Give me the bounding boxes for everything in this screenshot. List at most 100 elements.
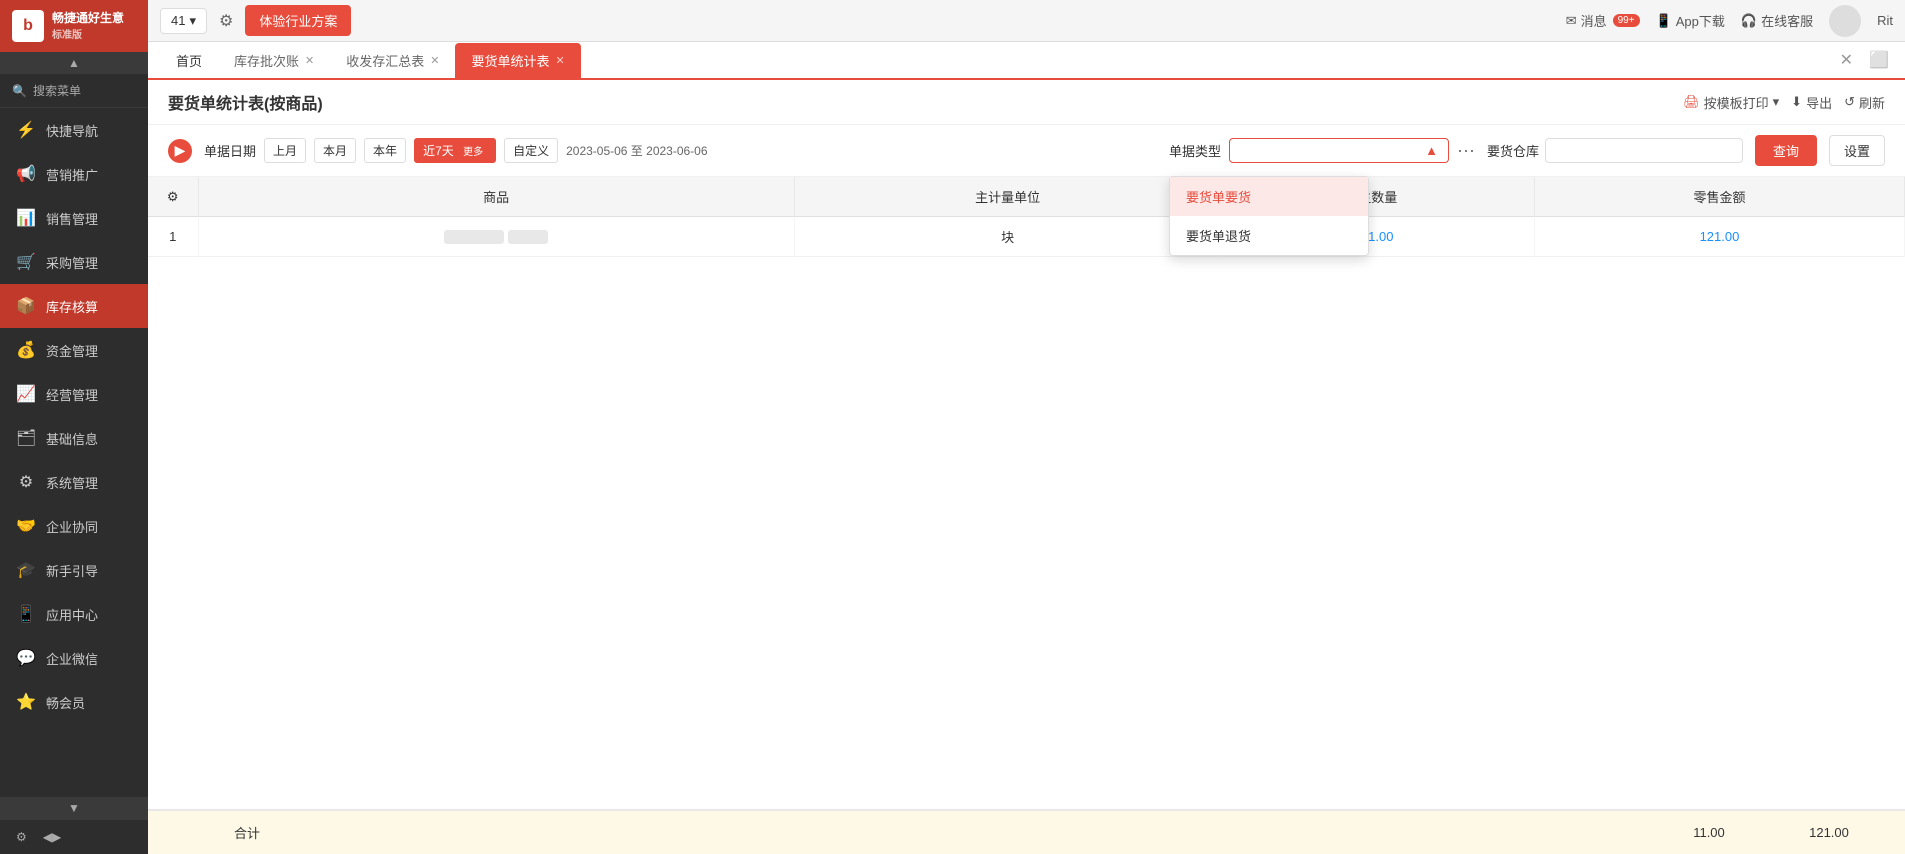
- doc-type-input[interactable]: [1240, 143, 1419, 158]
- operations-icon: 📈: [16, 384, 36, 404]
- user-avatar[interactable]: [1829, 5, 1861, 37]
- user-name: Rit: [1877, 13, 1893, 28]
- refresh-button[interactable]: ↺ 刷新: [1844, 93, 1885, 112]
- sidebar-scroll-down[interactable]: ▼: [0, 797, 148, 819]
- tab-inventory-batch-close[interactable]: ✕: [305, 54, 314, 67]
- messages-label: 消息: [1581, 11, 1607, 30]
- dropdown-option-requisition-return[interactable]: 要货单退货: [1170, 216, 1368, 255]
- app-download-button[interactable]: 📱 App下载: [1656, 11, 1725, 30]
- sidebar-item-enterprise[interactable]: 🤝 企业协同: [0, 504, 148, 548]
- headset-icon: 🎧: [1741, 13, 1757, 29]
- sidebar-scroll-up[interactable]: ▲: [0, 52, 148, 74]
- messages-button[interactable]: ✉ 消息 99+: [1566, 11, 1640, 30]
- sidebar: b 畅捷通好生意 标准版 ▲ 🔍 搜索菜单 ⚡ 快捷导航 📢 营销推广 📊 销售…: [0, 0, 148, 854]
- top-bar: 41 ▾ ⚙ 体验行业方案 ✉ 消息 99+ 📱 App下载 🎧 在线客服 Ri…: [148, 0, 1905, 42]
- set-button[interactable]: 设置: [1829, 135, 1885, 166]
- export-button[interactable]: ⬇ 导出: [1791, 93, 1832, 112]
- doc-type-select[interactable]: ▲: [1229, 138, 1449, 163]
- guide-icon: 🎓: [16, 560, 36, 580]
- basic-info-icon: 🗂: [16, 428, 36, 448]
- export-label: 导出: [1806, 93, 1832, 112]
- sidebar-item-system[interactable]: ⚙ 系统管理: [0, 460, 148, 504]
- row-index: 1: [148, 217, 198, 257]
- online-service-button[interactable]: 🎧 在线客服: [1741, 11, 1813, 30]
- sidebar-toggle-icon[interactable]: ◀▶: [43, 830, 61, 844]
- date-last-7days-btn[interactable]: 近7天 更多: [414, 138, 496, 163]
- content-area: 要货单统计表(按商品) 🖨 按模板打印 ▾ ⬇ 导出 ↺ 刷新 ▶: [148, 80, 1905, 854]
- print-icon: 🖨: [1683, 94, 1700, 110]
- tab-inventory-batch-label: 库存批次账: [234, 51, 299, 70]
- sidebar-item-sales[interactable]: 📊 销售管理: [0, 196, 148, 240]
- workspace-selector[interactable]: 41 ▾: [160, 8, 207, 34]
- filter-more-button[interactable]: ···: [1457, 140, 1475, 161]
- date-this-year-btn[interactable]: 本年: [364, 138, 406, 163]
- settings-icon[interactable]: ⚙: [215, 7, 237, 35]
- date-last-month-btn[interactable]: 上月: [264, 138, 306, 163]
- expand-button[interactable]: ▶: [168, 139, 192, 163]
- sidebar-item-label: 企业微信: [46, 649, 98, 668]
- tab-inventory-batch[interactable]: 库存批次账 ✕: [218, 43, 330, 80]
- tab-requisition-stats-close[interactable]: ✕: [556, 54, 565, 67]
- doc-type-chevron-icon[interactable]: ▲: [1425, 143, 1438, 158]
- sidebar-item-quick-nav[interactable]: ⚡ 快捷导航: [0, 108, 148, 152]
- search-icon: 🔍: [12, 84, 27, 98]
- table-row: 1 块 11.00 121.00: [148, 217, 1905, 257]
- app-download-label: App下载: [1676, 11, 1725, 30]
- sidebar-search-label: 搜索菜单: [33, 82, 81, 99]
- warehouse-label: 要货仓库: [1487, 141, 1539, 160]
- sidebar-bottom: ⚙ ◀▶: [0, 819, 148, 854]
- sidebar-item-app-center[interactable]: 📱 应用中心: [0, 592, 148, 636]
- col-product: 商品: [198, 177, 794, 217]
- sidebar-item-wechat[interactable]: 💬 企业微信: [0, 636, 148, 680]
- tab-home[interactable]: 首页: [160, 43, 218, 80]
- date-custom-btn[interactable]: 自定义: [504, 138, 558, 163]
- print-button[interactable]: 🖨 按模板打印 ▾: [1683, 93, 1779, 112]
- refresh-icon: ↺: [1844, 94, 1855, 110]
- sidebar-item-basic-info[interactable]: 🗂 基础信息: [0, 416, 148, 460]
- sidebar-item-finance[interactable]: 💰 资金管理: [0, 328, 148, 372]
- col-retail-amount: 零售金额: [1534, 177, 1904, 217]
- warehouse-select[interactable]: [1545, 138, 1743, 163]
- window-expand-button[interactable]: ⬜: [1865, 48, 1893, 72]
- trial-button[interactable]: 体验行业方案: [245, 5, 351, 36]
- total-retail: 121.00: [1769, 825, 1889, 840]
- tab-delivery-summary-close[interactable]: ✕: [430, 54, 439, 67]
- app-title: 畅捷通好生意: [52, 11, 124, 27]
- table-header: ⚙ 商品 主计量单位 主数量 零售金额: [148, 177, 1905, 217]
- sidebar-item-label: 应用中心: [46, 605, 98, 624]
- online-service-label: 在线客服: [1761, 11, 1813, 30]
- date-filter-group: 单据日期 上月 本月 本年 近7天 更多 自定义 2023-05-06 至 20…: [204, 138, 708, 163]
- sidebar-item-purchase[interactable]: 🛒 采购管理: [0, 240, 148, 284]
- row-product: [198, 217, 794, 257]
- sidebar-item-guide[interactable]: 🎓 新手引导: [0, 548, 148, 592]
- sidebar-item-marketing[interactable]: 📢 营销推广: [0, 152, 148, 196]
- sidebar-item-label: 资金管理: [46, 341, 98, 360]
- sidebar-header: b 畅捷通好生意 标准版: [0, 0, 148, 52]
- query-button[interactable]: 查询: [1755, 135, 1817, 166]
- table-body: 1 块 11.00 121.00: [148, 217, 1905, 257]
- marketing-icon: 📢: [16, 164, 36, 184]
- quick-nav-icon: ⚡: [16, 120, 36, 140]
- col-unit: 主计量单位: [794, 177, 1221, 217]
- sidebar-item-operations[interactable]: 📈 经营管理: [0, 372, 148, 416]
- dropdown-option-requisition-order[interactable]: 要货单要货: [1170, 177, 1368, 216]
- sidebar-item-inventory[interactable]: 📦 库存核算: [0, 284, 148, 328]
- date-this-month-btn[interactable]: 本月: [314, 138, 356, 163]
- finance-icon: 💰: [16, 340, 36, 360]
- window-close-button[interactable]: ✕: [1836, 48, 1857, 72]
- sidebar-search[interactable]: 🔍 搜索菜单: [0, 74, 148, 108]
- tab-requisition-stats[interactable]: 要货单统计表 ✕: [455, 43, 580, 80]
- tab-delivery-summary[interactable]: 收发存汇总表 ✕: [330, 43, 455, 80]
- page-actions: 🖨 按模板打印 ▾ ⬇ 导出 ↺ 刷新: [1683, 93, 1885, 112]
- filter-bar: ▶ 单据日期 上月 本月 本年 近7天 更多 自定义 2023-05-06 至 …: [148, 125, 1905, 177]
- wechat-icon: 💬: [16, 648, 36, 668]
- settings-icon[interactable]: ⚙: [16, 830, 27, 844]
- sidebar-nav: ⚡ 快捷导航 📢 营销推广 📊 销售管理 🛒 采购管理 📦 库存核算 💰 资金管…: [0, 108, 148, 797]
- sidebar-item-member[interactable]: ⭐ 畅会员: [0, 680, 148, 724]
- row-retail-amount: 121.00: [1534, 217, 1904, 257]
- warehouse-input[interactable]: [1556, 143, 1732, 158]
- member-icon: ⭐: [16, 692, 36, 712]
- doc-type-label: 单据类型: [1169, 141, 1221, 160]
- col-settings[interactable]: ⚙: [148, 177, 198, 217]
- app-logo: b: [12, 10, 44, 42]
